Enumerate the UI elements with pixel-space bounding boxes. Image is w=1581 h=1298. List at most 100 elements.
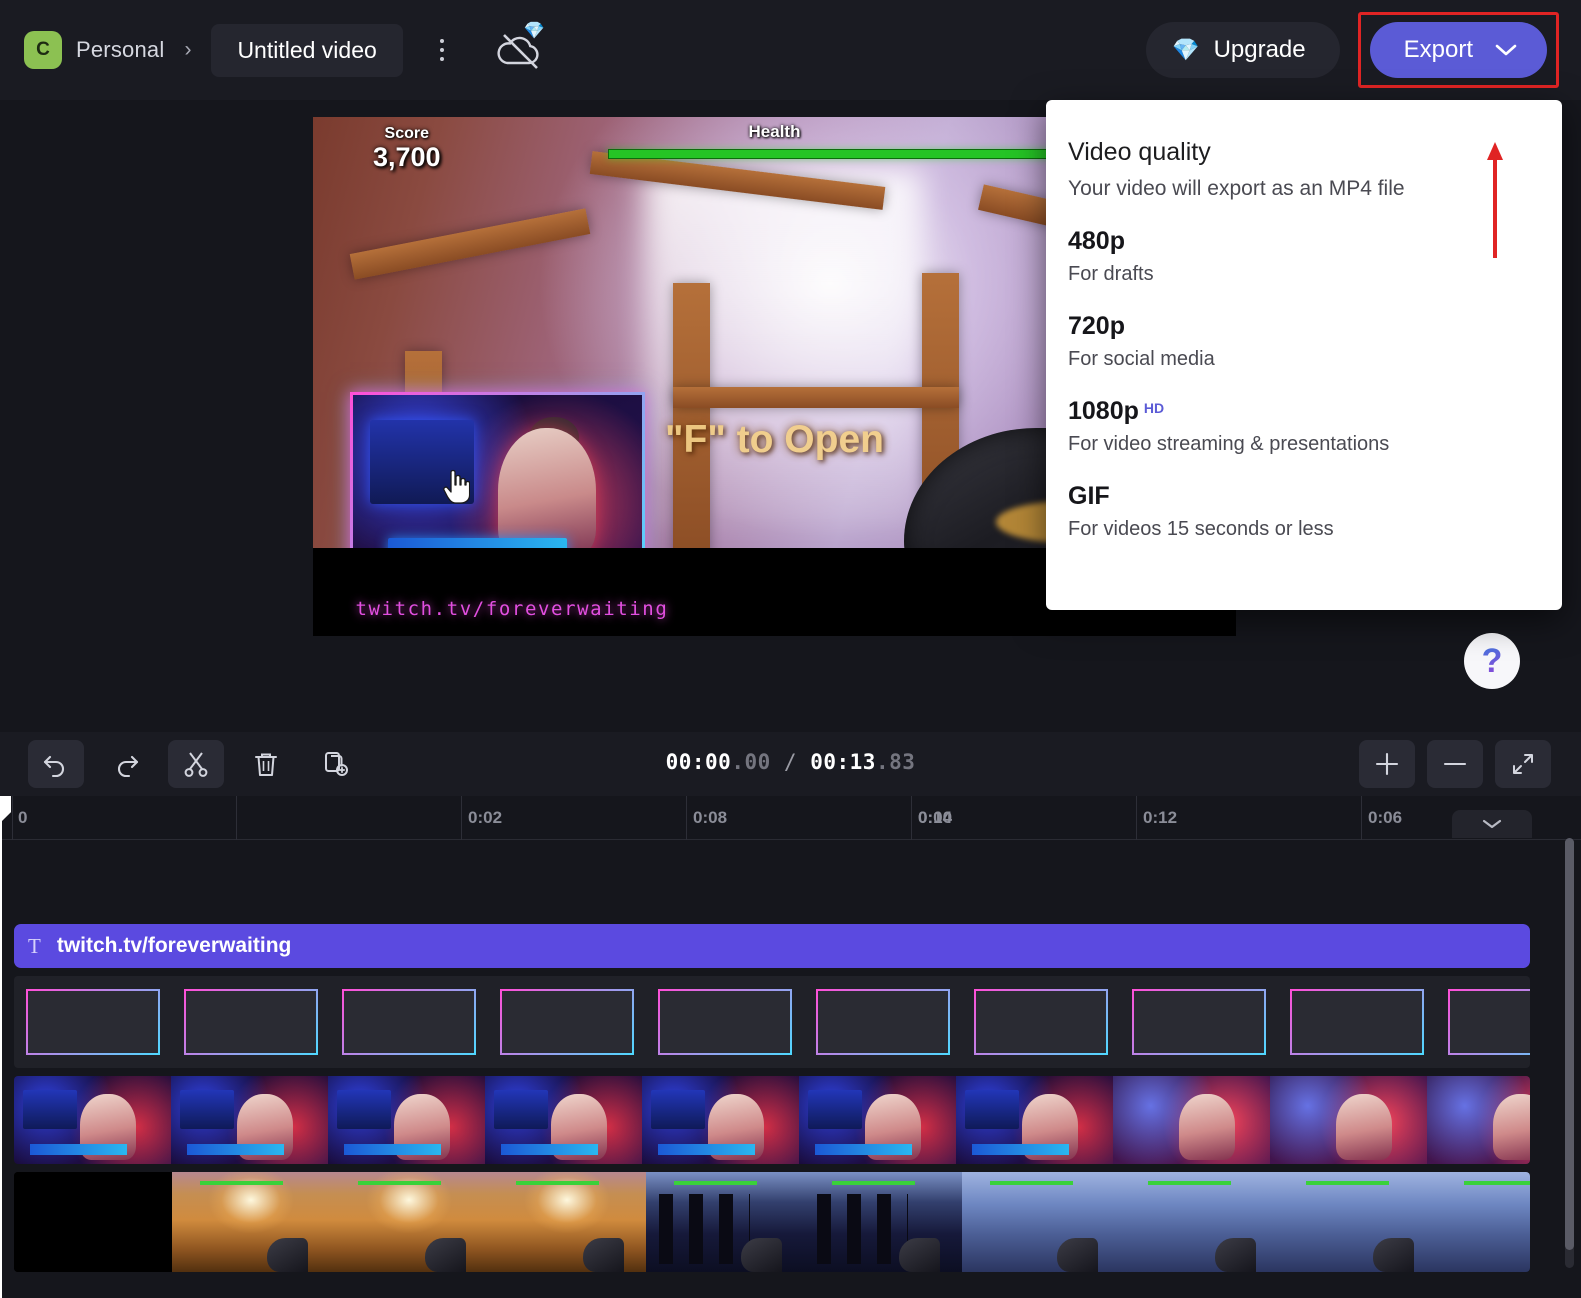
overlay-thumbnail (330, 986, 488, 1058)
fit-to-screen-button[interactable] (1495, 740, 1551, 788)
clipchamp-editor: C Personal › Untitled video 💎 💎 Upgrade … (0, 0, 1581, 1298)
ruler-label: 0 (18, 808, 28, 827)
current-time-main: 00:00 (665, 750, 732, 774)
quality-option-1080p[interactable]: 1080p HD For video streaming & presentati… (1046, 371, 1562, 456)
filmstrip-frame (646, 1172, 804, 1272)
cloud-offline-icon[interactable]: 💎 (493, 21, 547, 77)
fit-to-screen-icon (1513, 754, 1533, 774)
question-mark-icon: ? (1481, 641, 1503, 680)
workspace-name[interactable]: Personal (76, 37, 164, 63)
menu-title: Video quality (1068, 138, 1211, 166)
filmstrip-frame (799, 1076, 956, 1164)
project-title[interactable]: Untitled video (211, 23, 403, 77)
breadcrumb-separator-icon: › (184, 38, 192, 61)
minus-icon (1443, 762, 1467, 766)
quality-option-480p[interactable]: 480p For drafts (1046, 201, 1562, 286)
filmstrip-frame (330, 1172, 488, 1272)
plus-icon (1375, 752, 1399, 776)
timeline-gameplay-clip[interactable] (14, 1172, 1530, 1272)
total-time-main: 00:13 (810, 750, 876, 774)
webcam-monitor (370, 420, 475, 504)
export-button-highlight: Export (1357, 12, 1559, 88)
filmstrip-frame (804, 1172, 962, 1272)
filmstrip-frame (172, 1172, 330, 1272)
filmstrip-frame (14, 1172, 172, 1272)
upgrade-button[interactable]: 💎 Upgrade (1146, 22, 1340, 78)
overlay-thumbnail (1120, 986, 1278, 1058)
playhead[interactable] (0, 796, 11, 1298)
more-options-icon[interactable] (427, 28, 457, 72)
hd-badge: HD (1143, 399, 1165, 416)
zoom-out-button[interactable] (1427, 740, 1483, 788)
filmstrip-frame (14, 1076, 171, 1164)
zoom-in-button[interactable] (1359, 740, 1415, 788)
option-description: For video streaming & presentations (1068, 433, 1390, 455)
filmstrip-frame (1427, 1076, 1530, 1164)
export-label: Export (1403, 36, 1473, 63)
export-quality-menu: Video quality Your video will export as … (1046, 100, 1562, 610)
filmstrip-frame (328, 1076, 485, 1164)
option-name: 720p (1068, 312, 1125, 340)
overlay-thumbnail (488, 986, 646, 1058)
overlay-thumbnail (14, 986, 172, 1058)
filmstrip-frame (642, 1076, 799, 1164)
wood-beam (672, 386, 960, 408)
quality-option-gif[interactable]: GIF For videos 15 seconds or less (1046, 456, 1562, 541)
filmstrip-frame (171, 1076, 328, 1164)
upgrade-label: Upgrade (1213, 36, 1306, 63)
overlay-thumbnail (172, 986, 330, 1058)
score-value: 3,700 (372, 141, 441, 172)
text-clip-label: twitch.tv/foreverwaiting (56, 934, 292, 957)
option-description: For drafts (1068, 263, 1154, 285)
filmstrip-frame (956, 1076, 1113, 1164)
export-button[interactable]: Export (1369, 22, 1547, 78)
scrollbar-thumb[interactable] (1565, 838, 1574, 1250)
filmstrip-frame (485, 1076, 642, 1164)
timeline-ruler[interactable]: 0 0:02 0:04 0:06 (0, 796, 1581, 840)
timecode-separator: / (783, 750, 798, 774)
total-time-frac: .83 (875, 750, 916, 774)
timeline-webcam-clip[interactable] (14, 1076, 1530, 1164)
timeline-overlay-clip[interactable] (14, 976, 1530, 1068)
filmstrip-frame (1436, 1172, 1530, 1272)
filmstrip-frame (488, 1172, 646, 1272)
ruler-label: 0:06 (1368, 808, 1403, 827)
menu-subtitle: Your video will export as an MP4 file (1068, 177, 1405, 200)
workspace-avatar[interactable]: C (24, 31, 62, 69)
ruler-label: 0:02 (468, 808, 503, 827)
option-name: 1080p (1068, 397, 1139, 425)
red-up-arrow-annotation (1487, 142, 1503, 258)
ruler-label: 0:04 (918, 808, 953, 827)
timecode-display: 00:00.00 / 00:13.83 (0, 750, 1581, 774)
gem-icon: 💎 (1172, 37, 1200, 62)
option-description: For videos 15 seconds or less (1068, 518, 1334, 540)
overlay-thumbnail (962, 986, 1120, 1058)
timeline-panel[interactable]: 0 0:02 0:04 0:06 0:08 0:10 0:12 T twitch… (0, 796, 1581, 1298)
top-bar: C Personal › Untitled video 💎 💎 Upgrade … (0, 0, 1581, 100)
overlay-thumbnail (1436, 986, 1530, 1058)
twitch-url-overlay[interactable]: twitch.tv/foreverwaiting (355, 598, 668, 620)
filmstrip-frame (1120, 1172, 1278, 1272)
top-bar-actions: 💎 Upgrade Export (1146, 0, 1559, 100)
overlay-thumbnail (804, 986, 962, 1058)
option-name: GIF (1068, 482, 1110, 510)
filmstrip-frame (1270, 1076, 1427, 1164)
gem-icon: 💎 (523, 21, 545, 40)
text-icon: T (28, 933, 41, 958)
edit-toolbar: 00:00.00 / 00:13.83 (0, 732, 1581, 796)
timeline-vertical-scrollbar[interactable] (1565, 838, 1574, 1268)
collapse-preview-button[interactable] (1452, 810, 1532, 838)
option-name: 480p (1068, 227, 1125, 255)
timeline-text-clip[interactable]: T twitch.tv/foreverwaiting (14, 924, 1530, 968)
filmstrip-frame (1278, 1172, 1436, 1272)
filmstrip-frame (962, 1172, 1120, 1272)
filmstrip-frame (1113, 1076, 1270, 1164)
breadcrumb: C Personal › Untitled video 💎 (24, 21, 547, 77)
quality-option-720p[interactable]: 720p For social media (1046, 286, 1562, 371)
overlay-thumbnail (646, 986, 804, 1058)
option-description: For social media (1068, 348, 1215, 370)
chevron-down-icon (1482, 819, 1502, 829)
help-button[interactable]: ? (1464, 633, 1520, 689)
chevron-down-icon (1495, 44, 1517, 56)
overlay-thumbnail (1278, 986, 1436, 1058)
